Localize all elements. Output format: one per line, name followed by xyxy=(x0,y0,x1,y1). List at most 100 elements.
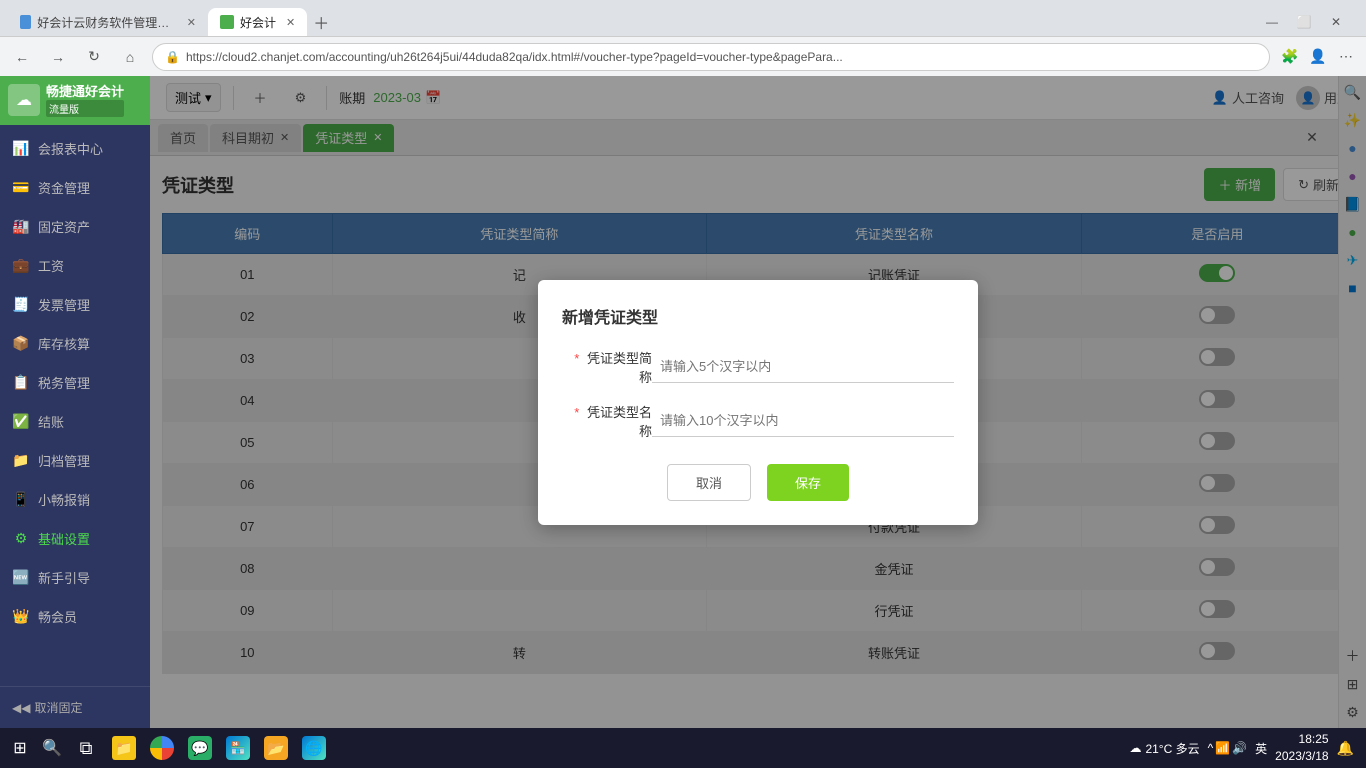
modal-cancel-button[interactable]: 取消 xyxy=(667,464,751,501)
taskview-icon: ⧉ xyxy=(80,738,93,759)
sidebar-item-capital[interactable]: 💳 资金管理 xyxy=(0,168,150,207)
sidebar-label-member: 畅会员 xyxy=(38,607,77,626)
logo-badge: 流量版 xyxy=(46,100,124,117)
taskbar-right: ☁ 21°C 多云 ^ 📶 🔊 英 18:25 2023/3/18 🔔 xyxy=(1129,731,1362,765)
refresh-nav-button[interactable]: ↻ xyxy=(80,43,108,71)
tab-favicon-2 xyxy=(220,15,234,29)
taskbar-time-value: 18:25 xyxy=(1275,731,1328,748)
restore-button[interactable]: ⬜ xyxy=(1290,8,1318,36)
chrome-icon xyxy=(150,736,174,760)
modal-overlay: 新增凭证类型 * 凭证类型简称 * 凭证类型名称 取消 保存 xyxy=(150,76,1366,728)
taskbar-app-taskview[interactable]: ⧉ xyxy=(68,730,104,766)
sidebar-label-tax: 税务管理 xyxy=(38,373,90,392)
new-tab-button[interactable]: ＋ xyxy=(307,8,335,36)
logo-icon: ☁ xyxy=(8,84,40,116)
sidebar-item-invoice[interactable]: 🧾 发票管理 xyxy=(0,285,150,324)
sidebar-item-report[interactable]: 📱 小畅报销 xyxy=(0,480,150,519)
sidebar-item-member[interactable]: 👑 畅会员 xyxy=(0,597,150,636)
short-name-input[interactable] xyxy=(652,351,954,383)
cancel-fixed-label: 取消固定 xyxy=(34,699,82,716)
notifications-icon[interactable]: 🔔 xyxy=(1337,740,1354,757)
more-button[interactable]: ⋯ xyxy=(1334,45,1358,69)
tab-close-2[interactable]: ✕ xyxy=(286,16,295,29)
files-icon: 📂 xyxy=(264,736,288,760)
tab-2[interactable]: 好会计 ✕ xyxy=(208,8,307,36)
taskbar-app-store[interactable]: 🏪 xyxy=(220,730,256,766)
sidebar-item-fixed[interactable]: 🏭 固定资产 xyxy=(0,207,150,246)
sidebar-label-checkout: 结账 xyxy=(38,412,64,431)
minimize-button[interactable]: — xyxy=(1258,8,1286,36)
tab-favicon-1 xyxy=(20,15,31,29)
logo-info: 畅捷通好会计 流量版 xyxy=(46,84,124,117)
modal-save-button[interactable]: 保存 xyxy=(767,464,849,501)
sidebar-item-inventory[interactable]: 📦 库存核算 xyxy=(0,324,150,363)
taskbar-app-wechat[interactable]: 💬 xyxy=(182,730,218,766)
sidebar-item-guide[interactable]: 🆕 新手引导 xyxy=(0,558,150,597)
taskbar-app-chrome[interactable] xyxy=(144,730,180,766)
profile-button[interactable]: 👤 xyxy=(1306,45,1330,69)
guide-icon: 🆕 xyxy=(12,568,30,586)
home-nav-button[interactable]: ⌂ xyxy=(116,43,144,71)
sidebar-label-salary: 工资 xyxy=(38,256,64,275)
weather-text: 21°C 多云 xyxy=(1145,740,1199,757)
browser-actions: 🧩 👤 ⋯ xyxy=(1278,45,1358,69)
wechat-icon: 💬 xyxy=(188,736,212,760)
store-icon: 🏪 xyxy=(226,736,250,760)
sidebar-bottom: ◀◀ 取消固定 xyxy=(0,686,150,728)
modal-actions: 取消 保存 xyxy=(562,464,954,501)
sidebar-menu: 📊 会报表中心 💳 资金管理 🏭 固定资产 💼 工资 🧾 发票管理 📦 xyxy=(0,125,150,686)
sidebar-logo[interactable]: ☁ 畅捷通好会计 流量版 xyxy=(0,76,150,125)
logo-text: 畅捷通好会计 xyxy=(46,84,124,100)
taskbar-app-edge[interactable]: 🌐 xyxy=(296,730,332,766)
close-button[interactable]: ✕ xyxy=(1322,8,1350,36)
required-mark-short: * xyxy=(574,351,579,366)
sidebar-item-tax[interactable]: 📋 税务管理 xyxy=(0,363,150,402)
archive-icon: 📁 xyxy=(12,451,30,469)
taskbar-app-files[interactable]: 📂 xyxy=(258,730,294,766)
short-name-row: * 凭证类型简称 xyxy=(562,348,954,386)
invoice-icon: 🧾 xyxy=(12,295,30,313)
tab-close-1[interactable]: ✕ xyxy=(187,16,196,29)
explorer-icon: 📁 xyxy=(112,736,136,760)
modal-title: 新增凭证类型 xyxy=(562,304,954,328)
taskbar-weather: ☁ 21°C 多云 xyxy=(1129,740,1199,757)
taskbar-search-button[interactable]: 🔍 xyxy=(36,732,68,764)
extensions-button[interactable]: 🧩 xyxy=(1278,45,1302,69)
cancel-fixed-button[interactable]: ◀◀ 取消固定 xyxy=(8,695,142,720)
full-name-input[interactable] xyxy=(652,405,954,437)
sidebar-item-settings[interactable]: ⚙ 基础设置 xyxy=(0,519,150,558)
sidebar-label-settings: 基础设置 xyxy=(38,529,90,548)
speaker-icon: 🔊 xyxy=(1232,741,1247,755)
browser-chrome: 好会计云财务软件管理系统_会计 ✕ 好会计 ✕ ＋ — ⬜ ✕ ← → ↻ ⌂ … xyxy=(0,0,1366,76)
tab-bar: 好会计云财务软件管理系统_会计 ✕ 好会计 ✕ ＋ — ⬜ ✕ xyxy=(0,0,1366,36)
tab-1[interactable]: 好会计云财务软件管理系统_会计 ✕ xyxy=(8,8,208,36)
capital-icon: 💳 xyxy=(12,178,30,196)
tab-label-2: 好会计 xyxy=(240,14,276,31)
taskbar-clock: 18:25 2023/3/18 xyxy=(1275,731,1328,765)
short-name-label: * 凭证类型简称 xyxy=(562,348,652,386)
member-icon: 👑 xyxy=(12,607,30,625)
full-name-label: * 凭证类型名称 xyxy=(562,402,652,440)
tab-label-1: 好会计云财务软件管理系统_会计 xyxy=(37,14,177,31)
url-input[interactable]: 🔒 https://cloud2.chanjet.com/accounting/… xyxy=(152,43,1270,71)
sidebar-item-salary[interactable]: 💼 工资 xyxy=(0,246,150,285)
start-button[interactable]: ⊞ xyxy=(4,732,36,764)
sidebar-label-report: 小畅报销 xyxy=(38,490,90,509)
sidebar-label-capital: 资金管理 xyxy=(38,178,90,197)
salary-icon: 💼 xyxy=(12,256,30,274)
taskbar-app-explorer[interactable]: 📁 xyxy=(106,730,142,766)
sidebar-label-guide: 新手引导 xyxy=(38,568,90,587)
add-voucher-type-modal: 新增凭证类型 * 凭证类型简称 * 凭证类型名称 取消 保存 xyxy=(538,280,978,525)
inventory-icon: 📦 xyxy=(12,334,30,352)
full-name-row: * 凭证类型名称 xyxy=(562,402,954,440)
edge-icon: 🌐 xyxy=(302,736,326,760)
sidebar-label-archive: 归档管理 xyxy=(38,451,90,470)
back-button[interactable]: ← xyxy=(8,43,36,71)
cancel-fixed-icon: ◀◀ xyxy=(12,701,30,715)
sidebar-item-checkout[interactable]: ✅ 结账 xyxy=(0,402,150,441)
reports-icon: 📊 xyxy=(12,139,30,157)
modal-save-label: 保存 xyxy=(795,476,821,491)
forward-button[interactable]: → xyxy=(44,43,72,71)
sidebar-item-archive[interactable]: 📁 归档管理 xyxy=(0,441,150,480)
sidebar-item-reports[interactable]: 📊 会报表中心 xyxy=(0,129,150,168)
